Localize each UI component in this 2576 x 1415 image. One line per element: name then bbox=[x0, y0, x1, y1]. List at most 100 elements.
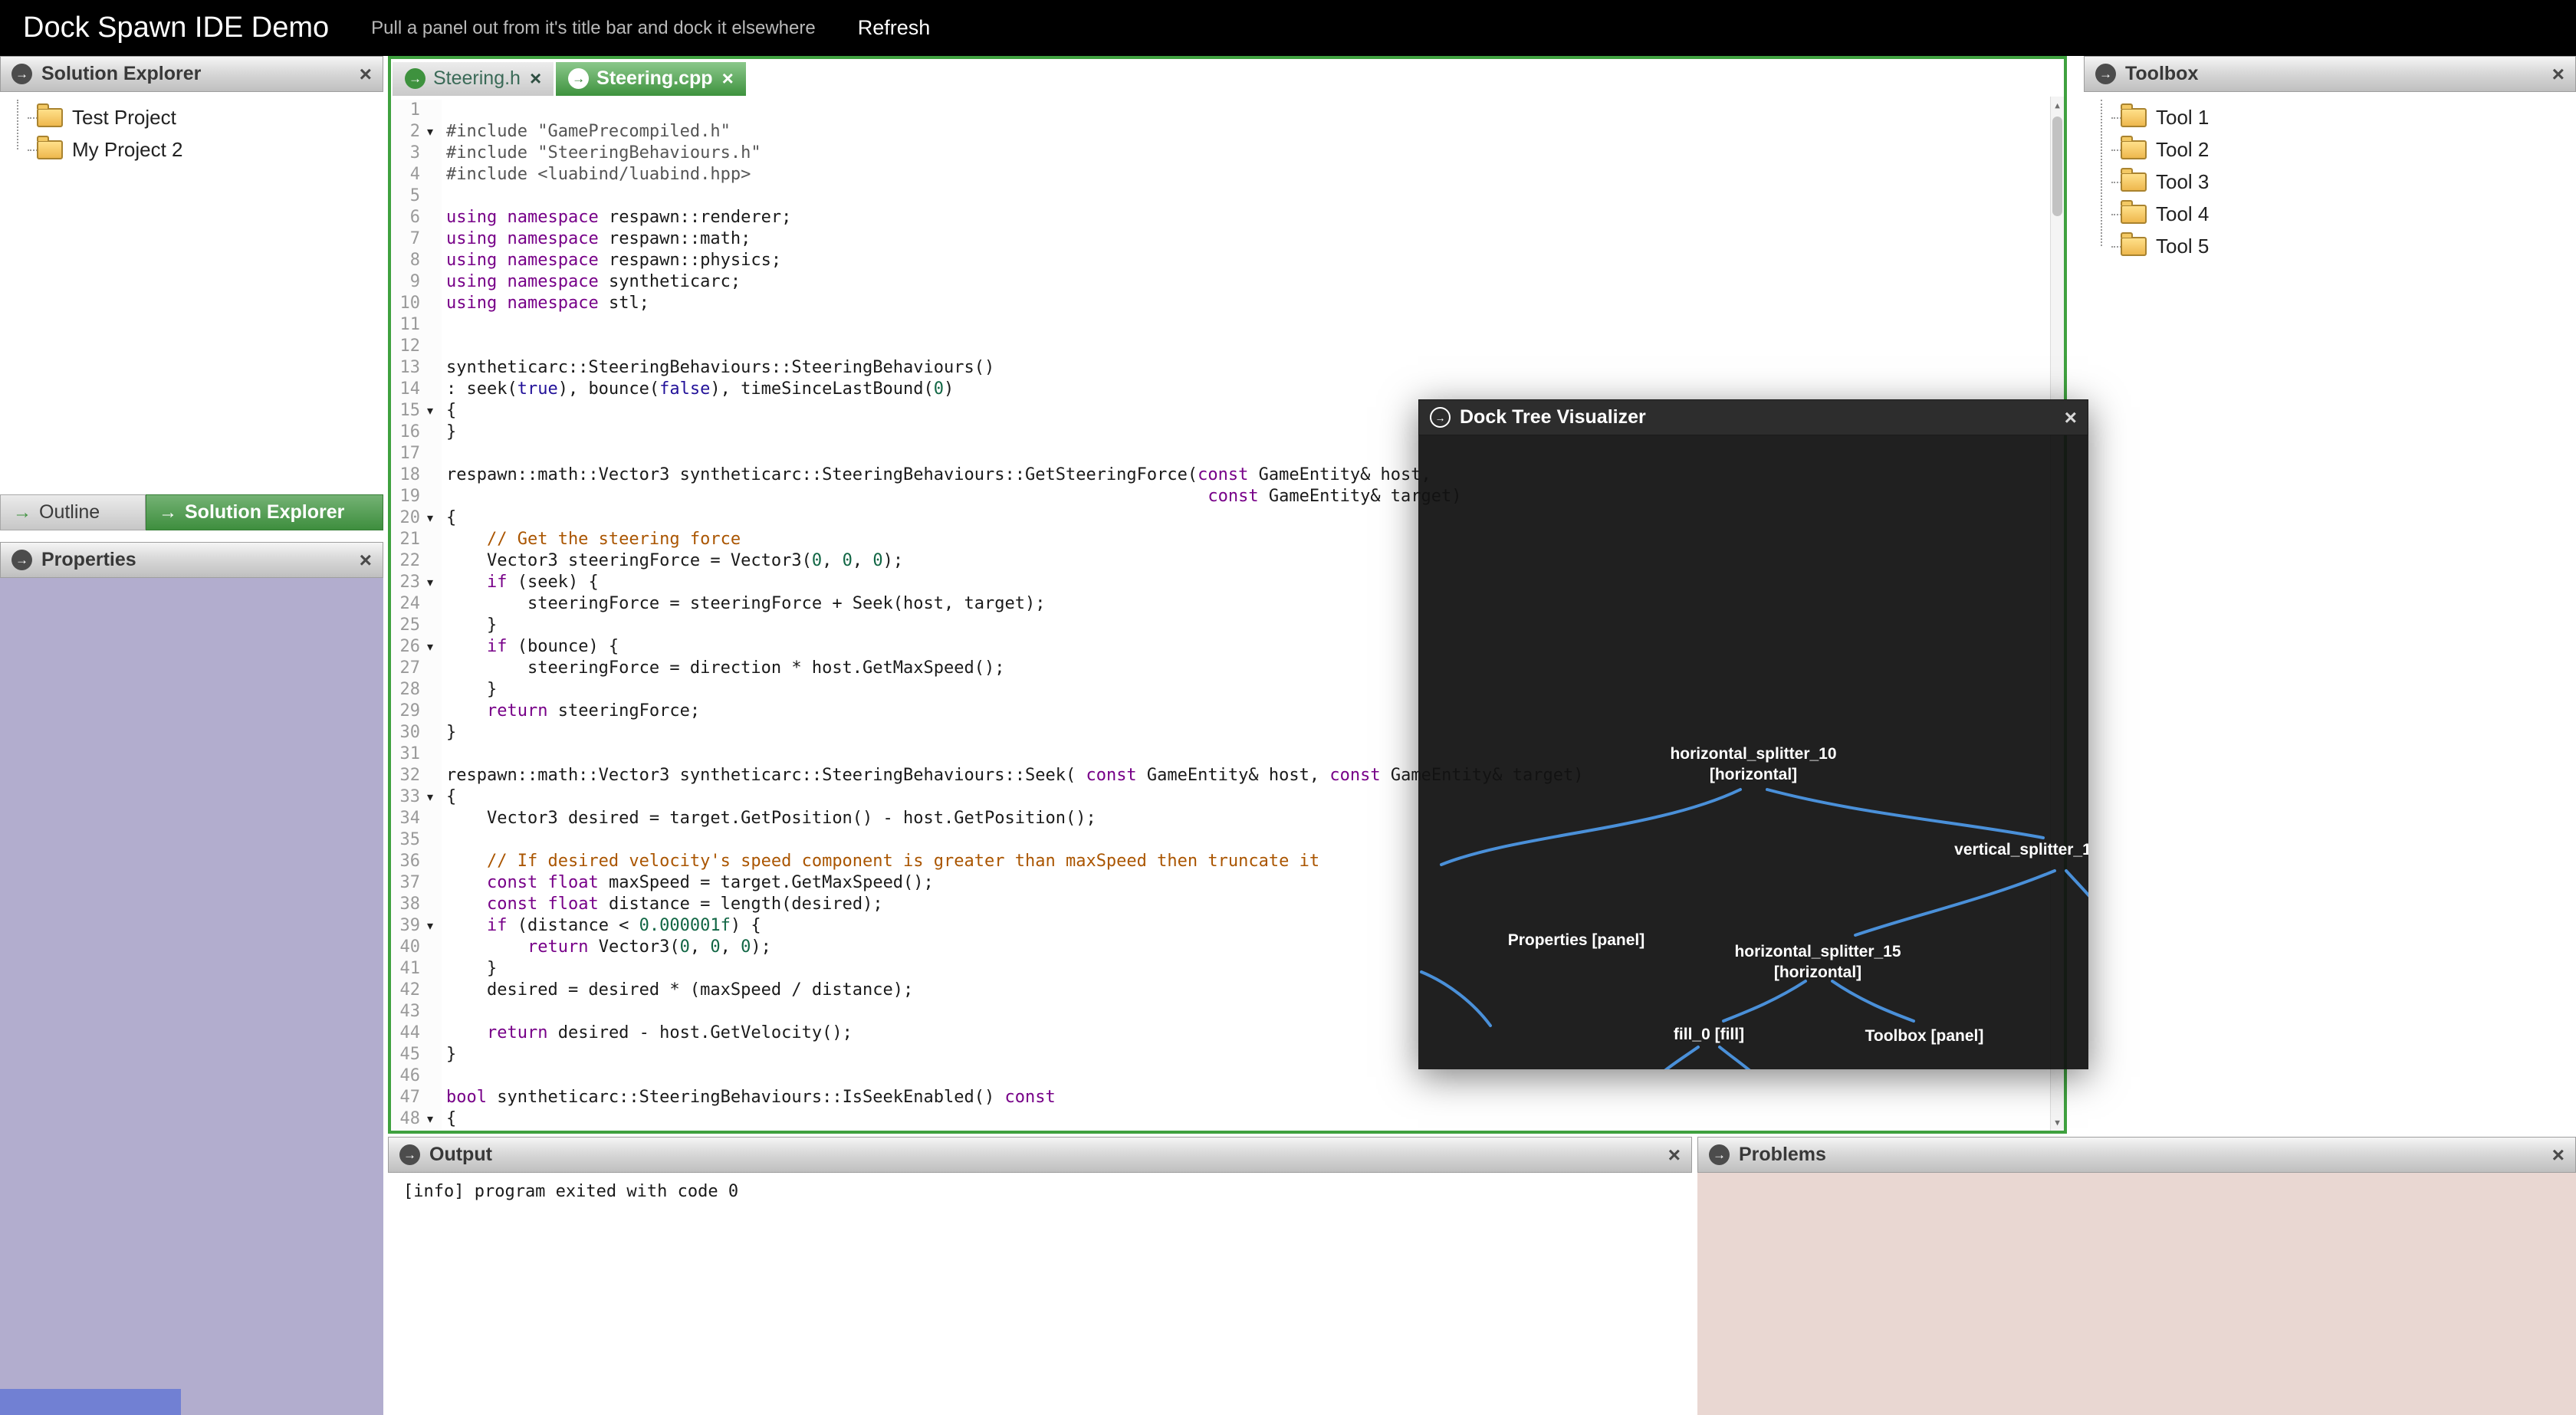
fold-icon[interactable] bbox=[420, 937, 440, 958]
refresh-button[interactable]: Refresh bbox=[858, 16, 931, 40]
tree-item[interactable]: Tool 1 bbox=[2095, 101, 2576, 133]
line-gutter: 6 bbox=[391, 207, 442, 228]
fold-icon[interactable]: ▾ bbox=[420, 572, 440, 593]
properties-titlebar[interactable]: → Properties × bbox=[0, 542, 383, 578]
fold-icon[interactable] bbox=[420, 872, 440, 894]
document-tab-Steering.h[interactable]: → Steering.h × bbox=[393, 61, 554, 96]
output-titlebar[interactable]: → Output × bbox=[388, 1137, 1692, 1173]
fold-icon[interactable] bbox=[420, 443, 440, 465]
tree-item[interactable]: Tool 5 bbox=[2095, 230, 2576, 262]
svg-text:[horizontal]: [horizontal] bbox=[1710, 766, 1797, 783]
document-tab-Steering.cpp[interactable]: → Steering.cpp × bbox=[556, 61, 746, 96]
fold-icon[interactable] bbox=[420, 143, 440, 164]
tree-item[interactable]: My Project 2 bbox=[11, 133, 383, 166]
fold-icon[interactable] bbox=[420, 958, 440, 980]
solution-explorer-titlebar[interactable]: → Solution Explorer × bbox=[0, 56, 383, 92]
close-icon[interactable]: × bbox=[2552, 63, 2564, 85]
fold-icon[interactable] bbox=[420, 980, 440, 1001]
fold-icon[interactable] bbox=[420, 207, 440, 228]
fold-icon[interactable] bbox=[420, 293, 440, 314]
close-icon[interactable]: × bbox=[1668, 1144, 1681, 1166]
fold-icon[interactable] bbox=[420, 336, 440, 357]
scrollbar-thumb[interactable] bbox=[2052, 117, 2062, 216]
tree-item[interactable]: Tool 4 bbox=[2095, 198, 2576, 230]
vertical-splitter-left[interactable] bbox=[383, 56, 388, 1415]
horizontal-splitter-bottom[interactable] bbox=[388, 1134, 2576, 1137]
fold-icon[interactable] bbox=[420, 185, 440, 207]
output-panel: → Output × [info] program exited with co… bbox=[388, 1137, 1692, 1415]
properties-footer-bar[interactable] bbox=[0, 1389, 181, 1415]
fold-icon[interactable] bbox=[420, 829, 440, 851]
app-title: Dock Spawn IDE Demo bbox=[23, 11, 330, 44]
fold-icon[interactable] bbox=[420, 1087, 440, 1108]
scroll-up-icon[interactable]: ▲ bbox=[2051, 97, 2064, 113]
fold-icon[interactable]: ▾ bbox=[420, 1108, 440, 1130]
fold-icon[interactable] bbox=[420, 164, 440, 185]
fold-icon[interactable] bbox=[420, 314, 440, 336]
dock-arrow-icon: → bbox=[2095, 64, 2116, 84]
line-gutter: 42 bbox=[391, 980, 442, 1001]
fold-icon[interactable] bbox=[420, 679, 440, 701]
fold-icon[interactable] bbox=[420, 357, 440, 379]
fold-icon[interactable] bbox=[420, 465, 440, 486]
fold-icon[interactable] bbox=[420, 851, 440, 872]
ide-root: Dock Spawn IDE Demo Pull a panel out fro… bbox=[0, 0, 2576, 1415]
line-gutter: 10 bbox=[391, 293, 442, 314]
fold-icon[interactable] bbox=[420, 228, 440, 250]
dialog-titlebar[interactable]: → Dock Tree Visualizer × bbox=[1418, 399, 2088, 435]
tab-close-icon[interactable]: × bbox=[530, 67, 541, 90]
fold-icon[interactable] bbox=[420, 100, 440, 121]
solution-explorer-content: Test Project My Project 2 bbox=[0, 92, 383, 494]
close-icon[interactable]: × bbox=[2552, 1144, 2564, 1166]
tab-close-icon[interactable]: × bbox=[722, 67, 734, 90]
fold-icon[interactable] bbox=[420, 550, 440, 572]
fold-icon[interactable] bbox=[420, 744, 440, 765]
line-gutter: 2 ▾ bbox=[391, 121, 442, 143]
dock-arrow-icon: → bbox=[12, 64, 32, 84]
toolbox-titlebar[interactable]: → Toolbox × bbox=[2084, 56, 2576, 92]
close-icon[interactable]: × bbox=[360, 63, 372, 85]
fold-icon[interactable]: ▾ bbox=[420, 507, 440, 529]
close-icon[interactable]: × bbox=[2065, 406, 2077, 428]
toolbox-tree: Tool 1 Tool 2 Tool 3 Tool 4 Tool 5 bbox=[2084, 92, 2576, 262]
fold-icon[interactable] bbox=[420, 615, 440, 636]
tree-item[interactable]: Tool 2 bbox=[2095, 133, 2576, 166]
fold-icon[interactable] bbox=[420, 1065, 440, 1087]
problems-titlebar[interactable]: → Problems × bbox=[1697, 1137, 2576, 1173]
vertical-splitter-output-problems[interactable] bbox=[1692, 1137, 1697, 1415]
dock-arrow-icon: → bbox=[399, 1144, 420, 1165]
fold-icon[interactable]: ▾ bbox=[420, 121, 440, 143]
fold-icon[interactable] bbox=[420, 271, 440, 293]
tree-item[interactable]: Tool 3 bbox=[2095, 166, 2576, 198]
top-bar: Dock Spawn IDE Demo Pull a panel out fro… bbox=[0, 0, 2576, 56]
fold-icon[interactable] bbox=[420, 701, 440, 722]
fold-icon[interactable]: ▾ bbox=[420, 915, 440, 937]
fold-icon[interactable] bbox=[420, 1044, 440, 1065]
line-gutter: 38 bbox=[391, 894, 442, 915]
horizontal-splitter-left[interactable] bbox=[0, 530, 383, 542]
fold-icon[interactable] bbox=[420, 894, 440, 915]
scroll-down-icon[interactable]: ▼ bbox=[2051, 1114, 2064, 1131]
fold-icon[interactable] bbox=[420, 722, 440, 744]
fold-icon[interactable]: ▾ bbox=[420, 786, 440, 808]
fold-icon[interactable] bbox=[420, 1001, 440, 1023]
tab-outline[interactable]: → Outline bbox=[0, 494, 146, 530]
fold-icon[interactable] bbox=[420, 529, 440, 550]
close-icon[interactable]: × bbox=[360, 549, 372, 571]
fold-icon[interactable] bbox=[420, 1023, 440, 1044]
fold-icon[interactable] bbox=[420, 658, 440, 679]
line-gutter: 11 bbox=[391, 314, 442, 336]
fold-icon[interactable] bbox=[420, 379, 440, 400]
fold-icon[interactable] bbox=[420, 486, 440, 507]
tree-item[interactable]: Test Project bbox=[11, 101, 383, 133]
tab-solution-explorer[interactable]: → Solution Explorer bbox=[146, 494, 383, 530]
fold-icon[interactable] bbox=[420, 593, 440, 615]
fold-icon[interactable]: ▾ bbox=[420, 636, 440, 658]
svg-text:[horizontal]: [horizontal] bbox=[1774, 964, 1861, 981]
tab-label: Solution Explorer bbox=[185, 501, 345, 523]
fold-icon[interactable] bbox=[420, 808, 440, 829]
fold-icon[interactable] bbox=[420, 422, 440, 443]
fold-icon[interactable] bbox=[420, 250, 440, 271]
fold-icon[interactable] bbox=[420, 765, 440, 786]
fold-icon[interactable]: ▾ bbox=[420, 400, 440, 422]
